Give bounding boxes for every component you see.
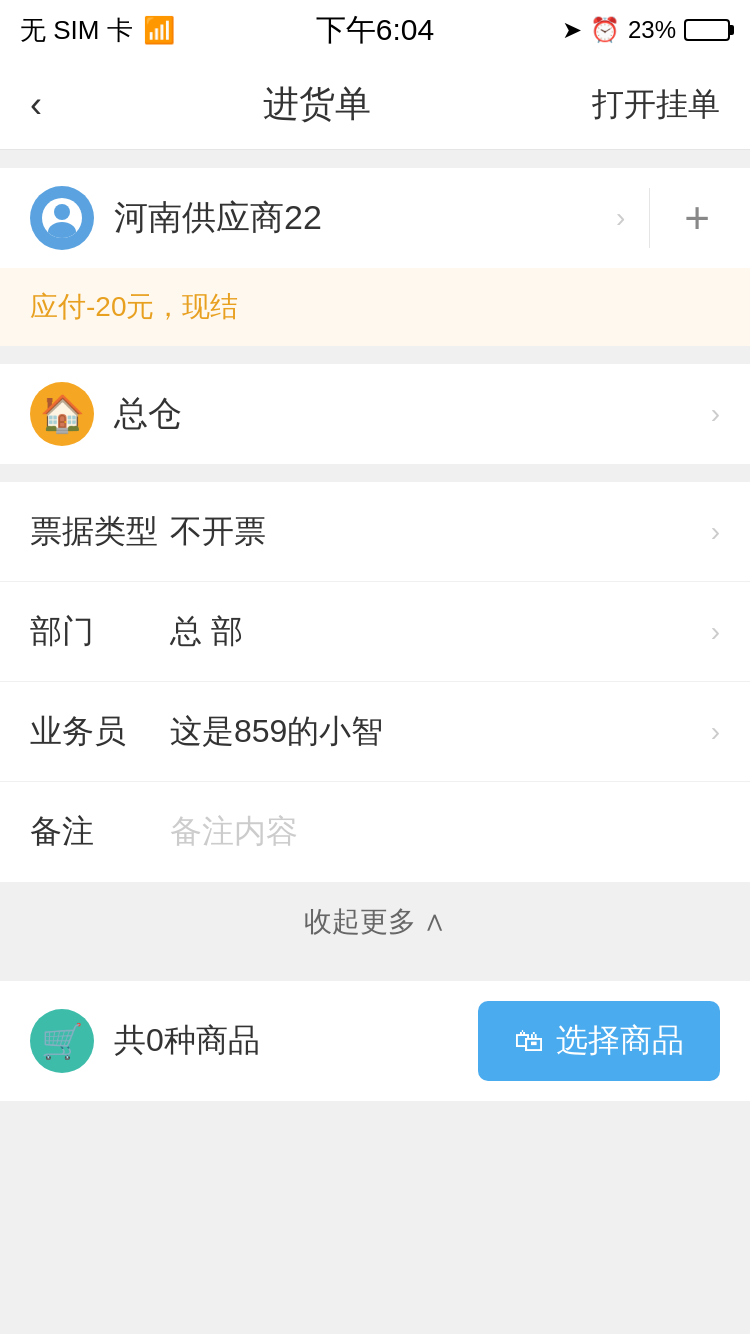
notice-banner: 应付-20元，现结: [0, 268, 750, 346]
page-title: 进货单: [263, 80, 371, 129]
remark-label: 备注: [30, 810, 160, 854]
notice-text: 应付-20元，现结: [30, 291, 238, 322]
supplier-row[interactable]: 河南供应商22 › +: [0, 168, 750, 268]
warehouse-icon: 🏠: [30, 382, 94, 446]
battery-icon: [684, 19, 730, 41]
carrier-text: 无 SIM 卡: [20, 13, 133, 48]
select-product-button[interactable]: 🛍 选择商品: [478, 1001, 720, 1081]
gap-3: [0, 464, 750, 482]
warehouse-icon-glyph: 🏠: [40, 393, 85, 435]
salesperson-value: 这是859的小智: [160, 710, 711, 754]
gap-2: [0, 346, 750, 364]
department-label: 部门: [30, 610, 160, 654]
status-left: 无 SIM 卡 📶: [20, 13, 175, 48]
invoice-type-row[interactable]: 票据类型 不开票 ›: [0, 482, 750, 582]
status-right: ➤ ⏰ 23%: [562, 16, 730, 44]
product-count-area: 🛒 共0种商品: [30, 1009, 260, 1073]
page-background: [0, 1101, 750, 1334]
supplier-avatar: [30, 186, 94, 250]
collapse-label: 收起更多 ∧: [304, 903, 447, 941]
invoice-value: 不开票: [160, 510, 711, 554]
department-chevron-icon: ›: [711, 616, 720, 648]
warehouse-name: 总仓: [114, 391, 711, 437]
supplier-name: 河南供应商22: [114, 195, 616, 241]
nav-bar: ‹ 进货单 打开挂单: [0, 60, 750, 150]
cart-icon: 🛒: [41, 1021, 83, 1061]
invoice-chevron-icon: ›: [711, 516, 720, 548]
supplier-card: 河南供应商22 › + 应付-20元，现结: [0, 168, 750, 346]
salesperson-chevron-icon: ›: [711, 716, 720, 748]
back-button[interactable]: ‹: [30, 84, 42, 126]
divider: [649, 188, 650, 248]
remark-input[interactable]: 备注内容: [160, 810, 720, 854]
warehouse-chevron-icon: ›: [711, 398, 720, 430]
form-section: 票据类型 不开票 › 部门 总 部 › 业务员 这是859的小智 › 备注 备注…: [0, 482, 750, 882]
alarm-icon: ⏰: [590, 16, 620, 44]
time-display: 下午6:04: [316, 10, 434, 51]
gap-4: [0, 962, 750, 980]
salesperson-label: 业务员: [30, 710, 160, 754]
department-value: 总 部: [160, 610, 711, 654]
warehouse-card[interactable]: 🏠 总仓 ›: [0, 364, 750, 464]
product-icon: 🛒: [30, 1009, 94, 1073]
salesperson-row[interactable]: 业务员 这是859的小智 ›: [0, 682, 750, 782]
collapse-row[interactable]: 收起更多 ∧: [0, 882, 750, 962]
remark-row[interactable]: 备注 备注内容: [0, 782, 750, 882]
gap-1: [0, 150, 750, 168]
warehouse-row[interactable]: 🏠 总仓 ›: [0, 364, 750, 464]
open-pending-button[interactable]: 打开挂单: [592, 83, 720, 127]
supplier-chevron-icon: ›: [616, 202, 625, 234]
product-count-text: 共0种商品: [114, 1019, 260, 1063]
bottom-bar: 🛒 共0种商品 🛍 选择商品: [0, 980, 750, 1101]
wifi-icon: 📶: [143, 15, 175, 46]
status-bar: 无 SIM 卡 📶 下午6:04 ➤ ⏰ 23%: [0, 0, 750, 60]
battery-text: 23%: [628, 16, 676, 44]
add-supplier-button[interactable]: +: [674, 193, 720, 243]
avatar-face: [42, 198, 82, 238]
select-product-icon: 🛍: [514, 1024, 544, 1058]
select-product-label: 选择商品: [556, 1019, 684, 1063]
location-icon: ➤: [562, 16, 582, 44]
invoice-label: 票据类型: [30, 510, 160, 554]
department-row[interactable]: 部门 总 部 ›: [0, 582, 750, 682]
